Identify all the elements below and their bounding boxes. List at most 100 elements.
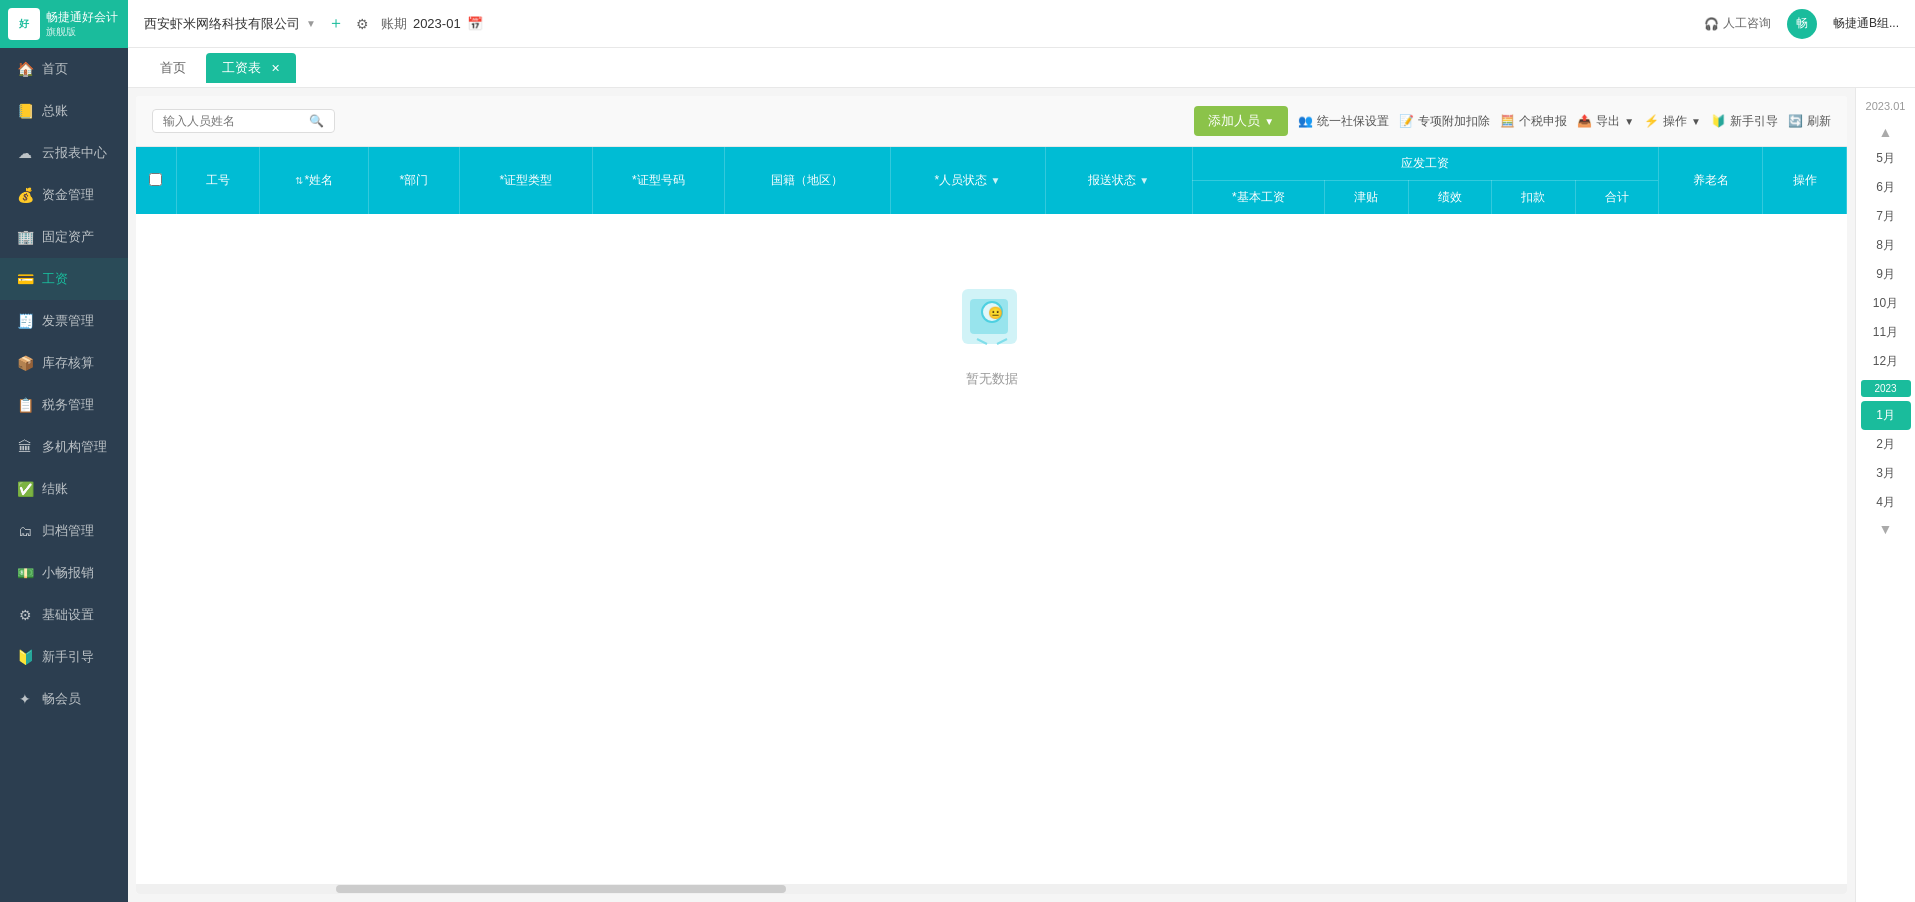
th-status: *人员状态 ▼ — [890, 147, 1045, 214]
guide-toolbar-icon: 🔰 — [1711, 114, 1726, 128]
ledger-icon: 📒 — [16, 103, 34, 119]
th-dept: *部门 — [368, 147, 460, 214]
user-avatar: 畅 — [1787, 9, 1817, 39]
company-settings-icon[interactable]: ⚙ — [356, 16, 369, 32]
report-filter-icon[interactable]: ▼ — [1139, 175, 1149, 186]
sidebar-item-salary[interactable]: 💳 工资 — [0, 258, 128, 300]
sidebar-item-cloud-report[interactable]: ☁ 云报表中心 — [0, 132, 128, 174]
sidebar-item-tax[interactable]: 📋 税务管理 — [0, 384, 128, 426]
search-wrap[interactable]: 🔍 — [152, 109, 335, 133]
timeline-month-12[interactable]: 12月 — [1861, 347, 1911, 376]
page-wrapper: 🔍 添加人员 ▼ 👥 统一社保设置 📝 专项附加扣除 — [128, 88, 1915, 902]
service-button[interactable]: 🎧 人工咨询 — [1704, 15, 1771, 32]
svg-text:😐: 😐 — [988, 305, 1003, 320]
sidebar-item-guide[interactable]: 🔰 新手引导 — [0, 636, 128, 678]
invoice-icon: 🧾 — [16, 313, 34, 329]
sidebar-item-invoice[interactable]: 🧾 发票管理 — [0, 300, 128, 342]
social-security-icon: 👥 — [1298, 114, 1313, 128]
settle-icon: ✅ — [16, 481, 34, 497]
settings-icon: ⚙ — [16, 607, 34, 623]
special-deduction-icon: 📝 — [1399, 114, 1414, 128]
multi-org-icon: 🏛 — [16, 439, 34, 455]
timeline-month-9[interactable]: 9月 — [1861, 260, 1911, 289]
table-wrap: 工号 ⇅ *姓名 *部门 *证型类型 *证型号码 国籍（地区） — [136, 147, 1847, 884]
sidebar-item-multi-org[interactable]: 🏛 多机构管理 — [0, 426, 128, 468]
status-filter-icon[interactable]: ▼ — [991, 175, 1001, 186]
sidebar-item-inventory[interactable]: 📦 库存核算 — [0, 342, 128, 384]
timeline-month-2[interactable]: 2月 — [1861, 430, 1911, 459]
guide-button[interactable]: 🔰 新手引导 — [1711, 113, 1778, 130]
th-total: 合计 — [1575, 181, 1659, 215]
th-performance: 绩效 — [1408, 181, 1492, 215]
tab-close-icon[interactable]: ✕ — [271, 62, 280, 74]
table-scrollbar-thumb — [336, 885, 786, 893]
toolbar-right: 添加人员 ▼ 👥 统一社保设置 📝 专项附加扣除 🧮 个税申报 — [1194, 106, 1831, 136]
tab-home[interactable]: 首页 — [144, 53, 202, 83]
toolbar: 🔍 添加人员 ▼ 👥 统一社保设置 📝 专项附加扣除 — [136, 96, 1847, 147]
th-deduction: 扣款 — [1492, 181, 1576, 215]
operations-button[interactable]: ⚡ 操作 ▼ — [1644, 113, 1701, 130]
social-security-button[interactable]: 👥 统一社保设置 — [1298, 113, 1389, 130]
th-id-type: *证型类型 — [460, 147, 592, 214]
tab-salary-table[interactable]: 工资表 ✕ — [206, 53, 296, 83]
export-arrow-icon: ▼ — [1624, 116, 1634, 127]
period-value: 2023-01 — [413, 16, 461, 31]
timeline-month-4[interactable]: 4月 — [1861, 488, 1911, 517]
logo-icon: 好 — [8, 8, 40, 40]
calendar-icon[interactable]: 📅 — [467, 16, 483, 31]
select-all-checkbox[interactable] — [149, 173, 162, 186]
inventory-icon: 📦 — [16, 355, 34, 371]
refresh-icon: 🔄 — [1788, 114, 1803, 128]
expense-icon: 💵 — [16, 565, 34, 581]
fund-icon: 💰 — [16, 187, 34, 203]
add-company-button[interactable]: ＋ — [328, 13, 344, 34]
sidebar-item-home[interactable]: 🏠 首页 — [0, 48, 128, 90]
timeline-month-11[interactable]: 11月 — [1861, 318, 1911, 347]
home-icon: 🏠 — [16, 61, 34, 77]
topbar-right: 🎧 人工咨询 畅 畅捷通B组... — [1704, 9, 1899, 39]
timeline-month-8[interactable]: 8月 — [1861, 231, 1911, 260]
export-button[interactable]: 📤 导出 ▼ — [1577, 113, 1634, 130]
personal-tax-icon: 🧮 — [1500, 114, 1515, 128]
timeline-month-1[interactable]: 1月 — [1861, 401, 1911, 430]
sidebar-item-member[interactable]: ✦ 畅会员 — [0, 678, 128, 720]
company-selector[interactable]: 西安虾米网络科技有限公司 ▼ — [144, 15, 316, 33]
timeline-panel: 2023.01 ▲ 5月 6月 7月 8月 9月 10月 11月 12月 202… — [1855, 88, 1915, 902]
operations-icon: ⚡ — [1644, 114, 1659, 128]
sidebar-item-ledger[interactable]: 📒 总账 — [0, 90, 128, 132]
sidebar-item-fund[interactable]: 💰 资金管理 — [0, 174, 128, 216]
timeline-month-7[interactable]: 7月 — [1861, 202, 1911, 231]
empty-state: 😐 暂无数据 — [136, 214, 1847, 448]
add-person-button[interactable]: 添加人员 ▼ — [1194, 106, 1288, 136]
refresh-button[interactable]: 🔄 刷新 — [1788, 113, 1831, 130]
personal-tax-button[interactable]: 🧮 个税申报 — [1500, 113, 1567, 130]
timeline-month-3[interactable]: 3月 — [1861, 459, 1911, 488]
sidebar-item-fixed-assets[interactable]: 🏢 固定资产 — [0, 216, 128, 258]
timeline-month-6[interactable]: 6月 — [1861, 173, 1911, 202]
th-report-status: 报送状态 ▼ — [1045, 147, 1192, 214]
export-icon: 📤 — [1577, 114, 1592, 128]
sidebar-item-archive[interactable]: 🗂 归档管理 — [0, 510, 128, 552]
sidebar-item-expense[interactable]: 💵 小畅报销 — [0, 552, 128, 594]
th-pension: 养老名 — [1659, 147, 1763, 214]
th-name: ⇅ *姓名 — [260, 147, 369, 214]
empty-icon: 😐 — [952, 274, 1032, 354]
table-header-top-row: 工号 ⇅ *姓名 *部门 *证型类型 *证型号码 国籍（地区） — [136, 147, 1847, 181]
th-number: 工号 — [176, 147, 260, 214]
timeline-month-5[interactable]: 5月 — [1861, 144, 1911, 173]
search-icon: 🔍 — [309, 114, 324, 128]
th-ops: 操作 — [1763, 147, 1847, 214]
timeline-nav-up[interactable]: ▲ — [1861, 120, 1911, 144]
timeline-month-10[interactable]: 10月 — [1861, 289, 1911, 318]
logo-text: 畅捷通好会计 旗舰版 — [46, 10, 118, 39]
th-checkbox[interactable] — [136, 147, 176, 214]
guide-icon: 🔰 — [16, 649, 34, 665]
table-scrollbar[interactable] — [136, 884, 1847, 894]
sidebar-item-settings[interactable]: ⚙ 基础设置 — [0, 594, 128, 636]
topbar: 西安虾米网络科技有限公司 ▼ ＋ ⚙ 账期 2023-01 📅 🎧 人工咨询 畅… — [128, 0, 1915, 48]
logo: 好 畅捷通好会计 旗舰版 — [0, 0, 128, 48]
sidebar-item-settle[interactable]: ✅ 结账 — [0, 468, 128, 510]
special-deduction-button[interactable]: 📝 专项附加扣除 — [1399, 113, 1490, 130]
timeline-nav-down[interactable]: ▼ — [1861, 517, 1911, 541]
search-input[interactable] — [163, 114, 303, 128]
